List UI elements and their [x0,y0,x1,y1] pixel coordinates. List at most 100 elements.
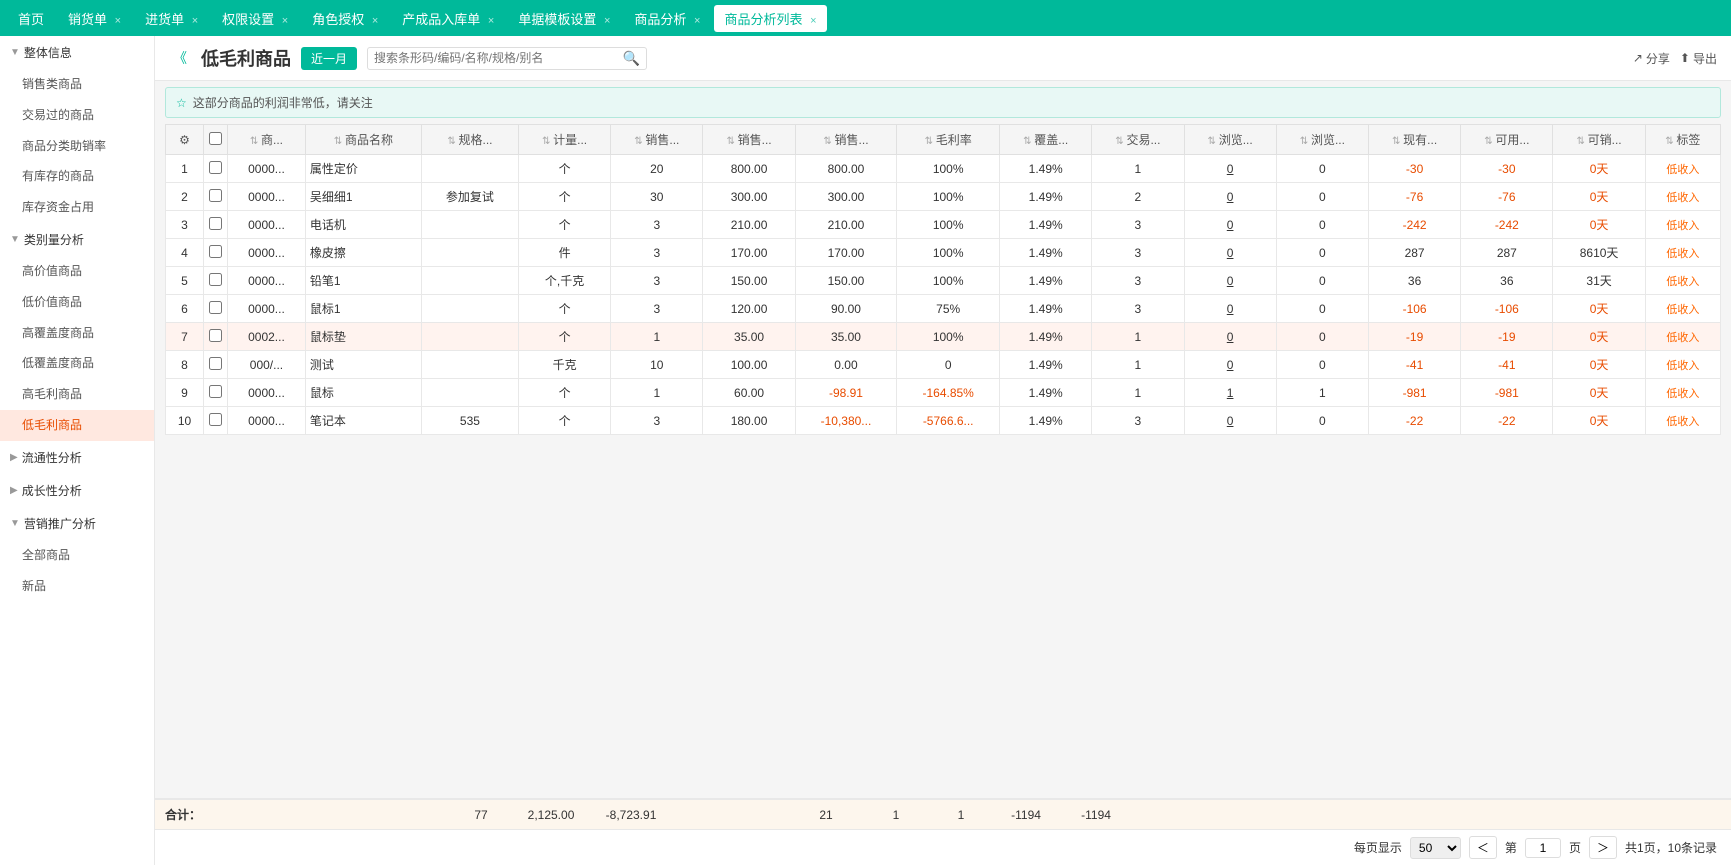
sidebar-item-low-coverage[interactable]: 低覆盖度商品 [0,348,154,379]
cell-browse1[interactable]: 0 [1184,351,1276,379]
row-checkbox[interactable] [209,385,222,398]
cell-browse1[interactable]: 0 [1184,239,1276,267]
nav-home[interactable]: 首页 [8,5,54,32]
nav-purchase[interactable]: 进货单 × [135,5,208,32]
cell-browse1[interactable]: 0 [1184,267,1276,295]
sidebar-group-marketing[interactable]: ▼ 营销推广分析 [0,507,154,540]
th-sale-price[interactable]: 销售... [703,125,795,155]
sidebar-group-category[interactable]: ▼ 类别量分析 [0,223,154,256]
th-available[interactable]: 可用... [1461,125,1553,155]
cell-browse1[interactable]: 0 [1184,295,1276,323]
cell-name[interactable]: 吴细细1 [305,183,421,211]
row-checkbox[interactable] [209,161,222,174]
row-checkbox[interactable] [209,357,222,370]
nav-close-goods-analysis-list[interactable]: × [810,15,816,27]
cell-checkbox[interactable] [204,267,228,295]
cell-checkbox[interactable] [204,183,228,211]
cell-checkbox[interactable] [204,407,228,435]
th-gross-margin[interactable]: 毛利率 [897,125,1000,155]
search-icon[interactable]: 🔍 [623,50,640,67]
nav-close-permissions[interactable]: × [282,15,288,27]
browse1-link[interactable]: 0 [1227,358,1234,372]
sidebar-item-capital[interactable]: 库存资金占用 [0,192,154,223]
next-page-btn[interactable]: ＞ [1589,836,1617,859]
sidebar-group-growth[interactable]: ▶ 成长性分析 [0,474,154,507]
browse1-link[interactable]: 0 [1227,218,1234,232]
th-tag[interactable]: 标签 [1645,125,1720,155]
th-code[interactable]: 商... [228,125,306,155]
th-spec[interactable]: 规格... [421,125,518,155]
cell-name[interactable]: 铅笔1 [305,267,421,295]
cell-browse1[interactable]: 0 [1184,211,1276,239]
browse1-link[interactable]: 0 [1227,330,1234,344]
sidebar-item-high-value[interactable]: 高价值商品 [0,256,154,287]
cell-checkbox[interactable] [204,295,228,323]
share-btn[interactable]: ↗ 分享 [1633,50,1670,67]
th-name[interactable]: 商品名称 [305,125,421,155]
th-sale-profit[interactable]: 销售... [795,125,897,155]
sidebar-item-sales-products[interactable]: 销售类商品 [0,69,154,100]
th-trade[interactable]: 交易... [1092,125,1184,155]
nav-close-roles[interactable]: × [372,15,378,27]
cell-checkbox[interactable] [204,379,228,407]
sidebar-item-traded[interactable]: 交易过的商品 [0,100,154,131]
nav-close-product-entry[interactable]: × [488,15,494,27]
cell-browse1[interactable]: 0 [1184,155,1276,183]
cell-checkbox[interactable] [204,351,228,379]
browse1-link[interactable]: 0 [1227,414,1234,428]
row-checkbox[interactable] [209,245,222,258]
nav-roles[interactable]: 角色授权 × [302,5,388,32]
sidebar-group-flow[interactable]: ▶ 流通性分析 [0,441,154,474]
cell-browse1[interactable]: 1 [1184,379,1276,407]
cell-name[interactable]: 鼠标垫 [305,323,421,351]
sidebar-item-low-value[interactable]: 低价值商品 [0,287,154,318]
nav-template[interactable]: 单据模板设置 × [508,5,620,32]
page-number-input[interactable] [1525,838,1561,858]
cell-name[interactable]: 鼠标 [305,379,421,407]
th-settings[interactable]: ⚙ [166,125,204,155]
cell-checkbox[interactable] [204,323,228,351]
cell-name[interactable]: 鼠标1 [305,295,421,323]
browse1-link[interactable]: 0 [1227,274,1234,288]
sidebar-item-high-coverage[interactable]: 高覆盖度商品 [0,318,154,349]
page-size-select[interactable]: 50 100 200 [1410,837,1461,859]
nav-close-template[interactable]: × [604,15,610,27]
sidebar-item-in-stock[interactable]: 有库存的商品 [0,161,154,192]
nav-goods-analysis[interactable]: 商品分析 × [624,5,710,32]
row-checkbox[interactable] [209,413,222,426]
cell-name[interactable]: 笔记本 [305,407,421,435]
browse1-link[interactable]: 0 [1227,246,1234,260]
th-browse2[interactable]: 浏览... [1276,125,1368,155]
sidebar-item-all-products[interactable]: 全部商品 [0,540,154,571]
nav-close-sales[interactable]: × [115,15,121,27]
th-sale-qty[interactable]: 销售... [611,125,703,155]
nav-close-goods-analysis[interactable]: × [694,15,700,27]
row-checkbox[interactable] [209,301,222,314]
sidebar-group-overall[interactable]: ▼ 整体信息 [0,36,154,69]
sidebar-item-high-margin[interactable]: 高毛利商品 [0,379,154,410]
row-checkbox[interactable] [209,329,222,342]
nav-permissions[interactable]: 权限设置 × [212,5,298,32]
sidebar-item-new-products[interactable]: 新品 [0,571,154,602]
row-checkbox[interactable] [209,273,222,286]
collapse-sidebar-btn[interactable]: 《 [169,44,191,72]
browse1-link[interactable]: 0 [1227,190,1234,204]
select-all-checkbox[interactable] [209,132,222,145]
browse1-link[interactable]: 0 [1227,302,1234,316]
sidebar-item-category-rate[interactable]: 商品分类助销率 [0,131,154,162]
nav-goods-analysis-list[interactable]: 商品分析列表 × [714,5,826,32]
filter-recent-month-btn[interactable]: 近一月 [301,47,357,70]
th-current-stock[interactable]: 现有... [1368,125,1460,155]
cell-name[interactable]: 橡皮擦 [305,239,421,267]
cell-name[interactable]: 电话机 [305,211,421,239]
th-checkbox[interactable] [204,125,228,155]
browse1-link[interactable]: 0 [1227,162,1234,176]
export-btn[interactable]: ⬆ 导出 [1680,50,1717,67]
cell-checkbox[interactable] [204,239,228,267]
nav-close-purchase[interactable]: × [192,15,198,27]
nav-product-entry[interactable]: 产成品入库单 × [392,5,504,32]
cell-name[interactable]: 测试 [305,351,421,379]
cell-name[interactable]: 属性定价 [305,155,421,183]
row-checkbox[interactable] [209,217,222,230]
prev-page-btn[interactable]: ＜ [1469,836,1497,859]
